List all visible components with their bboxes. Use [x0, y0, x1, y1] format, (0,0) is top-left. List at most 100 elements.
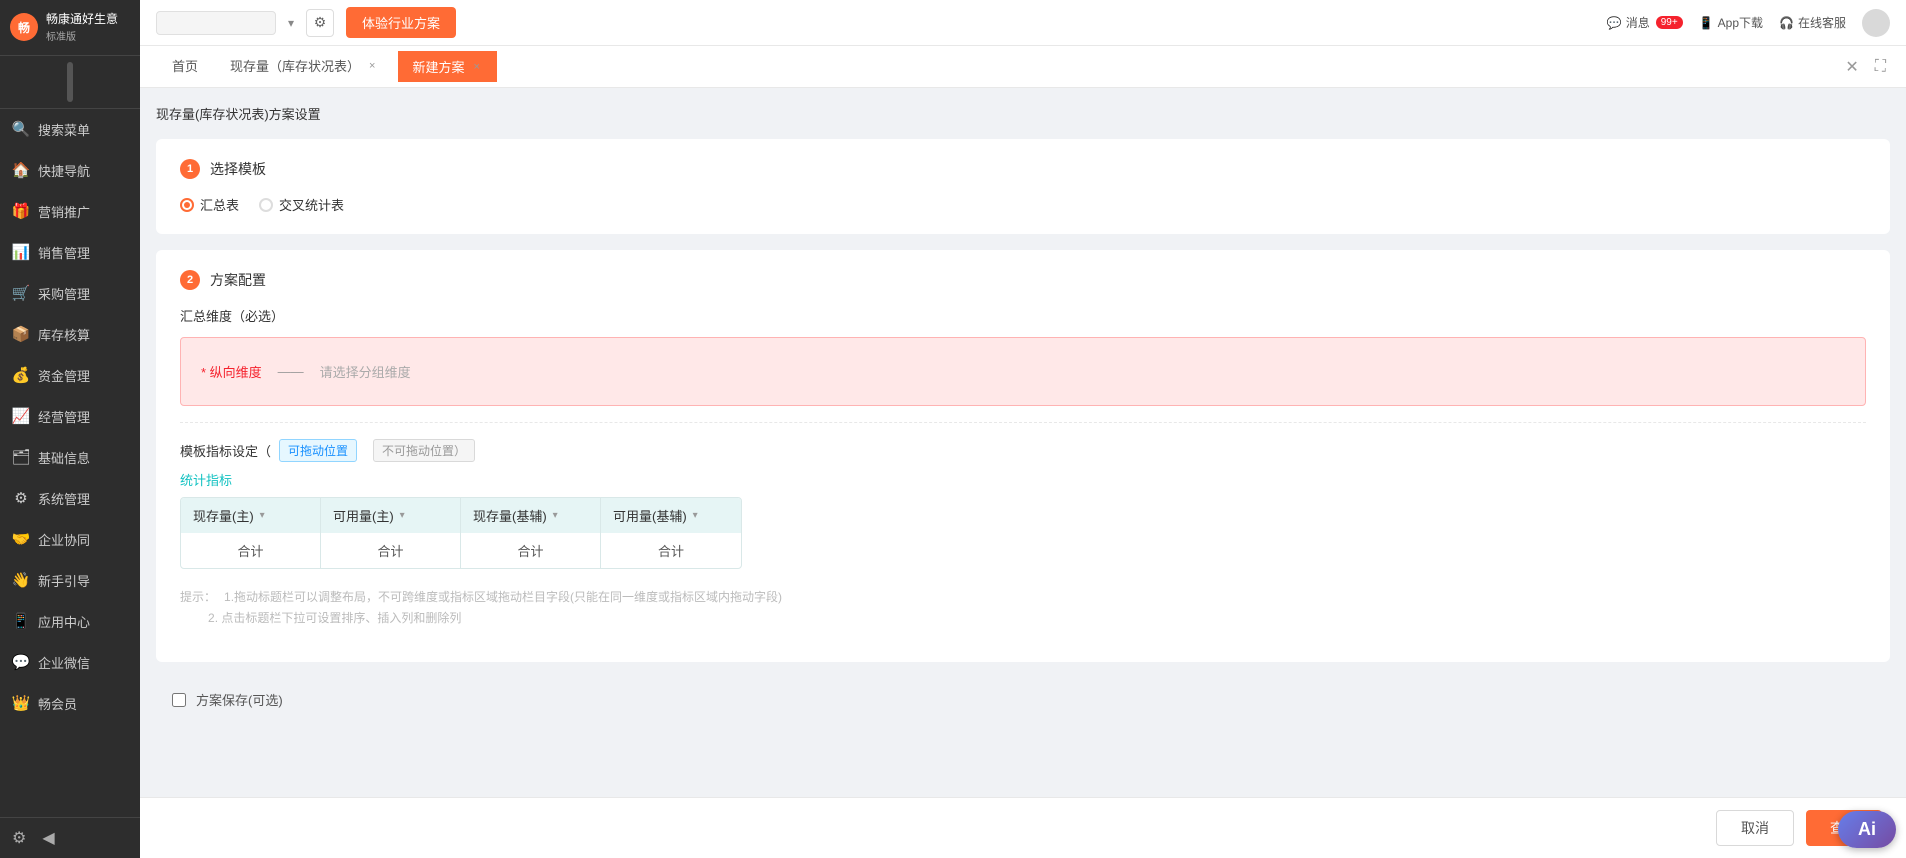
wechat-label: 企业微信 [38, 653, 90, 672]
indicator-settings-label: 模板指标设定（ 可拖动位置 不可拖动位置） [180, 439, 1866, 462]
statistics-table: 现存量(主) ▾ 可用量(主) ▾ 现存量(基辅) ▾ 可用量(基辅) [180, 497, 742, 569]
stat-label: 统计指标 [180, 470, 1866, 489]
sidebar-collapse-button[interactable]: ◀ [42, 828, 54, 848]
dropdown-icon[interactable]: ▾ [288, 16, 294, 30]
topbar-right: 💬 消息 99+ 📱 App下载 🎧 在线客服 [1607, 9, 1890, 37]
vertical-dimension-area[interactable]: * 纵向维度 —— 请选择分组维度 [180, 337, 1866, 406]
col-chevron-1[interactable]: ▾ [260, 510, 265, 521]
sidebar-item-guide[interactable]: 👋 新手引导 [0, 560, 140, 601]
tip-2: 2. 点击标题栏下拉可设置排序、插入列和删除列 [180, 609, 1866, 626]
finance-label: 资金管理 [38, 366, 90, 385]
table-header: 现存量(主) ▾ 可用量(主) ▾ 现存量(基辅) ▾ 可用量(基辅) [181, 498, 741, 533]
sidebar-item-basic-info[interactable]: 🗂 基础信息 [0, 437, 140, 478]
sidebar-item-system[interactable]: ⚙ 系统管理 [0, 478, 140, 519]
radio-summary-circle [180, 198, 194, 212]
section-divider [180, 422, 1866, 423]
purchase-label: 采购管理 [38, 284, 90, 303]
sidebar-settings-button[interactable]: ⚙ [12, 828, 26, 848]
guide-label: 新手引导 [38, 571, 90, 590]
ai-fab-button[interactable]: Ai [1838, 811, 1896, 848]
logo-icon: 畅 [10, 13, 38, 41]
finance-icon: 💰 [12, 366, 30, 384]
sidebar-item-sales[interactable]: 📊 销售管理 [0, 232, 140, 273]
save-checkbox[interactable] [172, 693, 186, 707]
inventory-icon: 📦 [12, 325, 30, 343]
table-body: 合计 合计 合计 合计 [181, 533, 741, 568]
guide-icon: 👋 [12, 571, 30, 589]
col-available-aux: 可用量(基辅) ▾ [601, 498, 741, 533]
headset-icon: 🎧 [1779, 16, 1794, 30]
basic-info-label: 基础信息 [38, 448, 90, 467]
sidebar-item-finance[interactable]: 💰 资金管理 [0, 355, 140, 396]
sidebar-item-app-center[interactable]: 📱 应用中心 [0, 601, 140, 642]
sidebar-item-purchase[interactable]: 🛒 采购管理 [0, 273, 140, 314]
message-item[interactable]: 💬 消息 99+ [1607, 14, 1683, 31]
cooperation-label: 企业协同 [38, 530, 90, 549]
main-area: ▾ ⚙ 体验行业方案 💬 消息 99+ 📱 App下载 🎧 在线客服 首页 [140, 0, 1906, 858]
col-chevron-2[interactable]: ▾ [400, 510, 405, 521]
radio-cross-label: 交叉统计表 [279, 195, 344, 214]
col-chevron-4[interactable]: ▾ [693, 510, 698, 521]
draggable-tag: 可拖动位置 [279, 439, 357, 462]
tabbar-expand-button[interactable]: ⛶ [1871, 54, 1890, 80]
cooperation-icon: 🤝 [12, 530, 30, 548]
tips-section: 提示： 1.拖动标题栏可以调整布局，不可跨维度或指标区域拖动栏目字段(只能在同一… [180, 588, 1866, 626]
experience-button[interactable]: 体验行业方案 [346, 7, 456, 38]
radio-summary[interactable]: 汇总表 [180, 195, 239, 214]
sidebar-item-management[interactable]: 📈 经营管理 [0, 396, 140, 437]
system-icon: ⚙ [12, 489, 30, 507]
step2-header: 2 方案配置 [180, 270, 1866, 290]
body-col-2: 合计 [321, 533, 461, 568]
page-title: 现存量(库存状况表)方案设置 [156, 104, 1890, 123]
sales-icon: 📊 [12, 243, 30, 261]
content-footer: 方案保存(可选) [156, 678, 1890, 721]
sidebar-item-member[interactable]: 👑 畅会员 [0, 683, 140, 724]
breadcrumb-input[interactable] [156, 11, 276, 35]
cancel-button[interactable]: 取消 [1716, 810, 1794, 846]
col-chevron-3[interactable]: ▾ [553, 510, 558, 521]
step2-num: 2 [180, 270, 200, 290]
tab-new-plan[interactable]: 新建方案 × [398, 51, 496, 82]
search-label: 搜索菜单 [38, 120, 90, 139]
step2-title: 方案配置 [210, 270, 266, 290]
sidebar-item-quick-nav[interactable]: 🏠 快捷导航 [0, 150, 140, 191]
tab-inventory-close[interactable]: × [366, 59, 378, 73]
app-name: 畅康通好生意 [46, 12, 118, 28]
settings-button[interactable]: ⚙ [306, 9, 334, 37]
radio-cross-circle [259, 198, 273, 212]
tip-1: 提示： 1.拖动标题栏可以调整布局，不可跨维度或指标区域拖动栏目字段(只能在同一… [180, 588, 1866, 605]
vertical-dimension-label: * 纵向维度 [201, 362, 262, 381]
tabbar-close-button[interactable]: ✕ [1841, 53, 1862, 81]
sidebar-search[interactable]: 🔍 搜索菜单 [0, 109, 140, 150]
marketing-icon: 🎁 [12, 202, 30, 220]
customer-service-item[interactable]: 🎧 在线客服 [1779, 14, 1846, 31]
search-icon: 🔍 [12, 120, 30, 138]
sidebar-footer: ⚙ ◀ [0, 817, 140, 858]
sidebar-item-inventory[interactable]: 📦 库存核算 [0, 314, 140, 355]
tab-inventory-status[interactable]: 现存量（库存状况表） × [214, 46, 394, 87]
scroll-track [67, 62, 73, 102]
col-available-main: 可用量(主) ▾ [321, 498, 461, 533]
app-download-item[interactable]: 📱 App下载 [1699, 14, 1763, 31]
tabbar-right: ✕ ⛶ [1841, 53, 1890, 81]
user-avatar[interactable] [1862, 9, 1890, 37]
tab-new-close[interactable]: × [470, 60, 482, 74]
sidebar-logo: 畅 畅康通好生意 标准版 [0, 0, 140, 56]
sidebar-item-cooperation[interactable]: 🤝 企业协同 [0, 519, 140, 560]
sidebar-item-marketing[interactable]: 🎁 营销推广 [0, 191, 140, 232]
message-icon: 💬 [1607, 16, 1622, 30]
col-current-main: 现存量(主) ▾ [181, 498, 321, 533]
wechat-icon: 💬 [12, 653, 30, 671]
non-draggable-tag: 不可拖动位置） [373, 439, 475, 462]
tabbar: 首页 现存量（库存状况表） × 新建方案 × ✕ ⛶ [140, 46, 1906, 88]
content-area: 现存量(库存状况表)方案设置 1 选择模板 汇总表 交叉统计表 2 [140, 88, 1906, 797]
body-col-3: 合计 [461, 533, 601, 568]
tab-home[interactable]: 首页 [156, 46, 214, 87]
step1-header: 1 选择模板 [180, 159, 1866, 179]
radio-cross[interactable]: 交叉统计表 [259, 195, 344, 214]
sidebar-item-wechat[interactable]: 💬 企业微信 [0, 642, 140, 683]
system-label: 系统管理 [38, 489, 90, 508]
management-label: 经营管理 [38, 407, 90, 426]
management-icon: 📈 [12, 407, 30, 425]
summary-dimension-label: 汇总维度（必选） [180, 306, 1866, 325]
